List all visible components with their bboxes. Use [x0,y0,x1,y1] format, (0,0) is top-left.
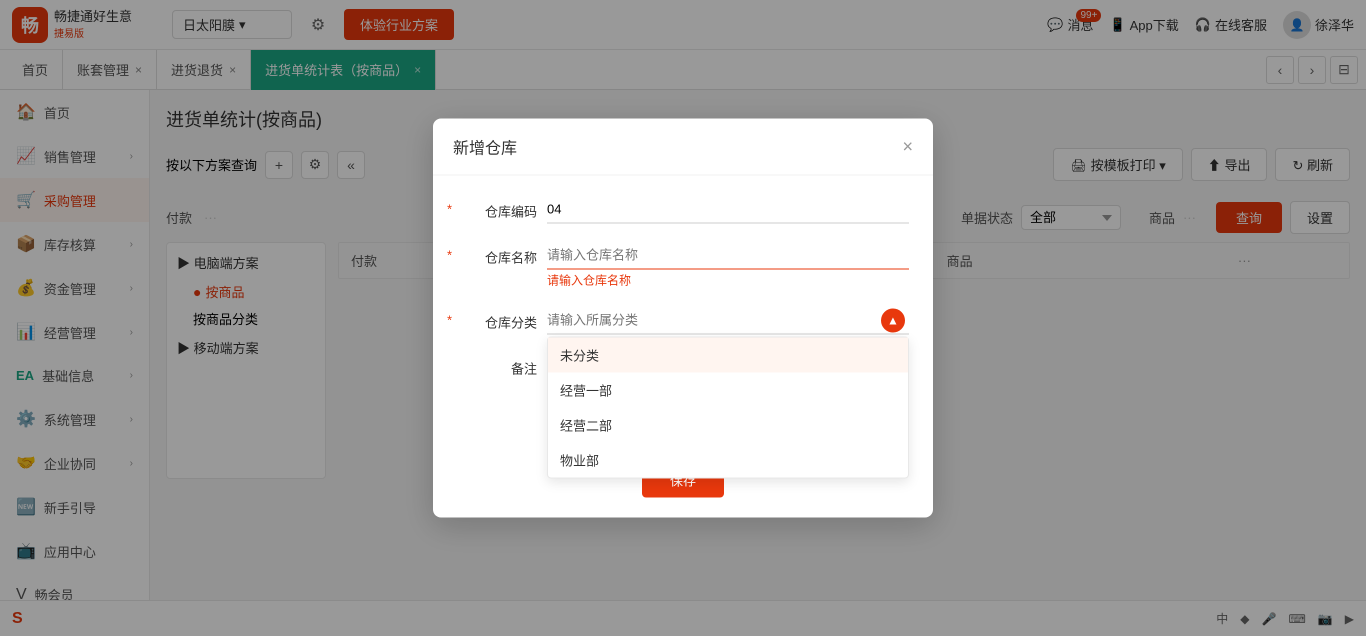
remark-label: 备注 [457,353,537,378]
dropdown-item-dept1[interactable]: 经营一部 [548,373,908,408]
dropdown-item-property[interactable]: 物业部 [548,443,908,478]
dialog-close-icon[interactable]: × [902,136,913,157]
dropdown-item-dept2[interactable]: 经营二部 [548,408,908,443]
dialog-title: 新增仓库 [453,135,517,159]
form-row-name: 仓库名称 请输入仓库名称 [457,242,909,289]
name-error-msg: 请输入仓库名称 [547,272,909,289]
category-label: 仓库分类 [457,307,537,332]
category-dropdown-wrapper: ▲ 未分类 经营一部 经营二部 物业部 [547,307,909,335]
form-row-code: 仓库编码 [457,196,909,224]
dropdown-toggle-icon[interactable]: ▲ [881,309,905,333]
dropdown-item-unclassified[interactable]: 未分类 [548,338,908,373]
category-input[interactable] [547,307,909,335]
code-label: 仓库编码 [457,196,537,221]
code-input[interactable] [547,196,909,224]
name-label: 仓库名称 [457,242,537,267]
category-dropdown-list: 未分类 经营一部 经营二部 物业部 [547,337,909,479]
name-input[interactable] [547,242,909,270]
dialog-header: 新增仓库 × [433,119,933,176]
add-warehouse-dialog: 新增仓库 × 仓库编码 仓库名称 请输入仓库名称 仓库分类 ▲ [433,119,933,518]
form-row-category: 仓库分类 ▲ 未分类 经营一部 经营二部 物业部 [457,307,909,335]
dialog-body: 仓库编码 仓库名称 请输入仓库名称 仓库分类 ▲ 未分类 经营一 [433,176,933,451]
